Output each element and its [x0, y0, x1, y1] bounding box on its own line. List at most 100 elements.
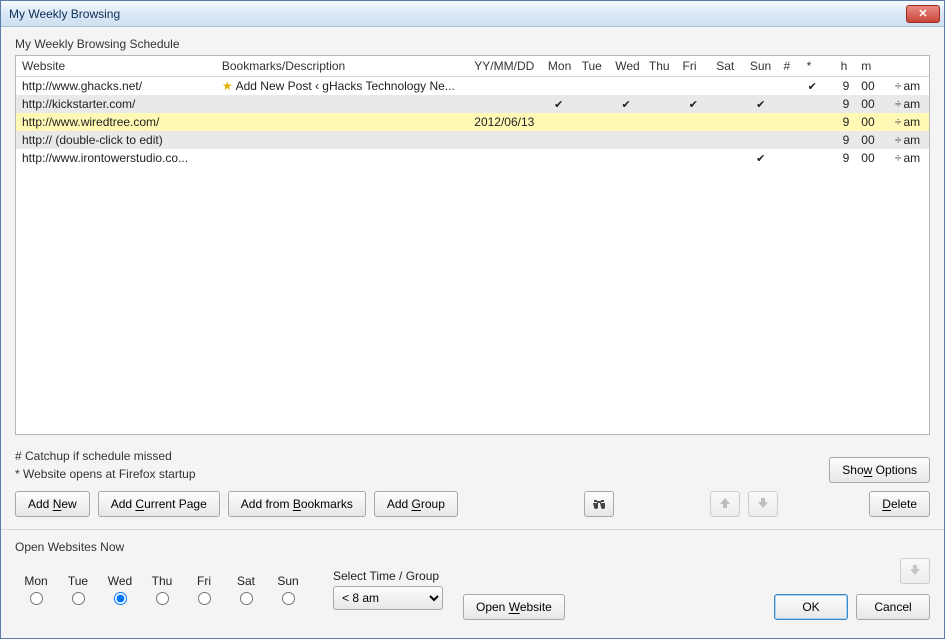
cell-h[interactable]: 9: [824, 149, 856, 167]
cell-website[interactable]: http://kickstarter.com/: [16, 95, 216, 113]
col-sat[interactable]: Sat: [710, 56, 744, 77]
col-m[interactable]: m: [855, 56, 887, 77]
cell-fri[interactable]: [677, 95, 711, 113]
cell-hash[interactable]: [778, 113, 801, 131]
cell-fri[interactable]: [677, 113, 711, 131]
titlebar[interactable]: My Weekly Browsing ✕: [1, 1, 944, 27]
cell-m[interactable]: 00: [855, 113, 887, 131]
cell-website[interactable]: http:// (double-click to edit): [16, 131, 216, 149]
col-fri[interactable]: Fri: [677, 56, 711, 77]
day-radio-sat[interactable]: Sat: [225, 574, 267, 605]
day-radio-fri[interactable]: Fri: [183, 574, 225, 605]
table-row[interactable]: http:// (double-click to edit) 900am: [16, 131, 929, 149]
day-radio-input[interactable]: [240, 592, 253, 605]
table-row[interactable]: http://kickstarter.com/900am: [16, 95, 929, 113]
add-from-bookmarks-button[interactable]: Add from Bookmarks: [228, 491, 366, 517]
cell-date[interactable]: [468, 149, 542, 167]
cell-website[interactable]: http://www.wiredtree.com/: [16, 113, 216, 131]
table-row[interactable]: http://www.wiredtree.com/2012/06/13900am: [16, 113, 929, 131]
cell-sat[interactable]: [710, 77, 744, 96]
cell-thu[interactable]: [643, 95, 677, 113]
add-new-button[interactable]: Add New: [15, 491, 90, 517]
cell-sat[interactable]: [710, 95, 744, 113]
show-options-button[interactable]: Show Options: [829, 457, 930, 483]
cell-desc[interactable]: [216, 149, 468, 167]
cell-thu[interactable]: [643, 77, 677, 96]
cell-star[interactable]: [801, 131, 824, 149]
cell-h[interactable]: 9: [824, 131, 856, 149]
cell-tue[interactable]: [576, 77, 610, 96]
cell-sat[interactable]: [710, 149, 744, 167]
cell-ampm[interactable]: am: [887, 77, 929, 96]
cell-hash[interactable]: [778, 77, 801, 96]
cell-ampm[interactable]: am: [887, 113, 929, 131]
cell-sun[interactable]: [744, 131, 778, 149]
find-button[interactable]: [584, 491, 614, 517]
day-radio-sun[interactable]: Sun: [267, 574, 309, 605]
cell-desc[interactable]: [216, 95, 468, 113]
cell-fri[interactable]: [677, 149, 711, 167]
ok-button[interactable]: OK: [774, 594, 848, 620]
table-row[interactable]: http://www.irontowerstudio.co... 900am: [16, 149, 929, 167]
cell-thu[interactable]: [643, 113, 677, 131]
cell-ampm[interactable]: am: [887, 131, 929, 149]
cell-star[interactable]: [801, 95, 824, 113]
cell-desc[interactable]: [216, 113, 468, 131]
col-h[interactable]: h: [824, 56, 856, 77]
day-radio-tue[interactable]: Tue: [57, 574, 99, 605]
day-radio-input[interactable]: [114, 592, 127, 605]
cell-desc[interactable]: [216, 131, 468, 149]
col-desc[interactable]: Bookmarks/Description: [216, 56, 468, 77]
cell-mon[interactable]: [542, 95, 576, 113]
cell-mon[interactable]: [542, 149, 576, 167]
col-website[interactable]: Website: [16, 56, 216, 77]
cell-m[interactable]: 00: [855, 77, 887, 96]
close-button[interactable]: ✕: [906, 5, 940, 23]
cell-sun[interactable]: [744, 77, 778, 96]
cell-m[interactable]: 00: [855, 149, 887, 167]
cell-tue[interactable]: [576, 95, 610, 113]
cell-thu[interactable]: [643, 131, 677, 149]
cell-m[interactable]: 00: [855, 131, 887, 149]
cell-h[interactable]: 9: [824, 77, 856, 96]
cell-hash[interactable]: [778, 149, 801, 167]
cell-wed[interactable]: [609, 149, 643, 167]
table-row[interactable]: http://www.ghacks.net/★Add New Post ‹ gH…: [16, 77, 929, 96]
schedule-grid[interactable]: Website Bookmarks/Description YY/MM/DD M…: [15, 55, 930, 435]
cell-fri[interactable]: [677, 131, 711, 149]
cell-date[interactable]: 2012/06/13: [468, 113, 542, 131]
day-radio-thu[interactable]: Thu: [141, 574, 183, 605]
cell-hash[interactable]: [778, 95, 801, 113]
cell-ampm[interactable]: am: [887, 149, 929, 167]
cell-wed[interactable]: [609, 113, 643, 131]
day-radio-mon[interactable]: Mon: [15, 574, 57, 605]
col-sun[interactable]: Sun: [744, 56, 778, 77]
col-thu[interactable]: Thu: [643, 56, 677, 77]
cell-sat[interactable]: [710, 113, 744, 131]
add-current-page-button[interactable]: Add Current Page: [98, 491, 220, 517]
cell-sun[interactable]: [744, 95, 778, 113]
delete-button[interactable]: Delete: [869, 491, 930, 517]
cell-star[interactable]: [801, 113, 824, 131]
add-group-button[interactable]: Add Group: [374, 491, 458, 517]
move-up-button[interactable]: [710, 491, 740, 517]
col-tue[interactable]: Tue: [576, 56, 610, 77]
cell-fri[interactable]: [677, 77, 711, 96]
cell-website[interactable]: http://www.irontowerstudio.co...: [16, 149, 216, 167]
cell-wed[interactable]: [609, 131, 643, 149]
cell-tue[interactable]: [576, 113, 610, 131]
cell-hash[interactable]: [778, 131, 801, 149]
cell-sun[interactable]: [744, 149, 778, 167]
cell-ampm[interactable]: am: [887, 95, 929, 113]
cell-website[interactable]: http://www.ghacks.net/: [16, 77, 216, 96]
day-radio-input[interactable]: [156, 592, 169, 605]
move-down-button[interactable]: [748, 491, 778, 517]
day-radio-input[interactable]: [30, 592, 43, 605]
cell-mon[interactable]: [542, 131, 576, 149]
day-radio-wed[interactable]: Wed: [99, 574, 141, 605]
cell-date[interactable]: [468, 77, 542, 96]
cell-mon[interactable]: [542, 113, 576, 131]
extra-down-button[interactable]: [900, 558, 930, 584]
cell-sat[interactable]: [710, 131, 744, 149]
cell-wed[interactable]: [609, 77, 643, 96]
